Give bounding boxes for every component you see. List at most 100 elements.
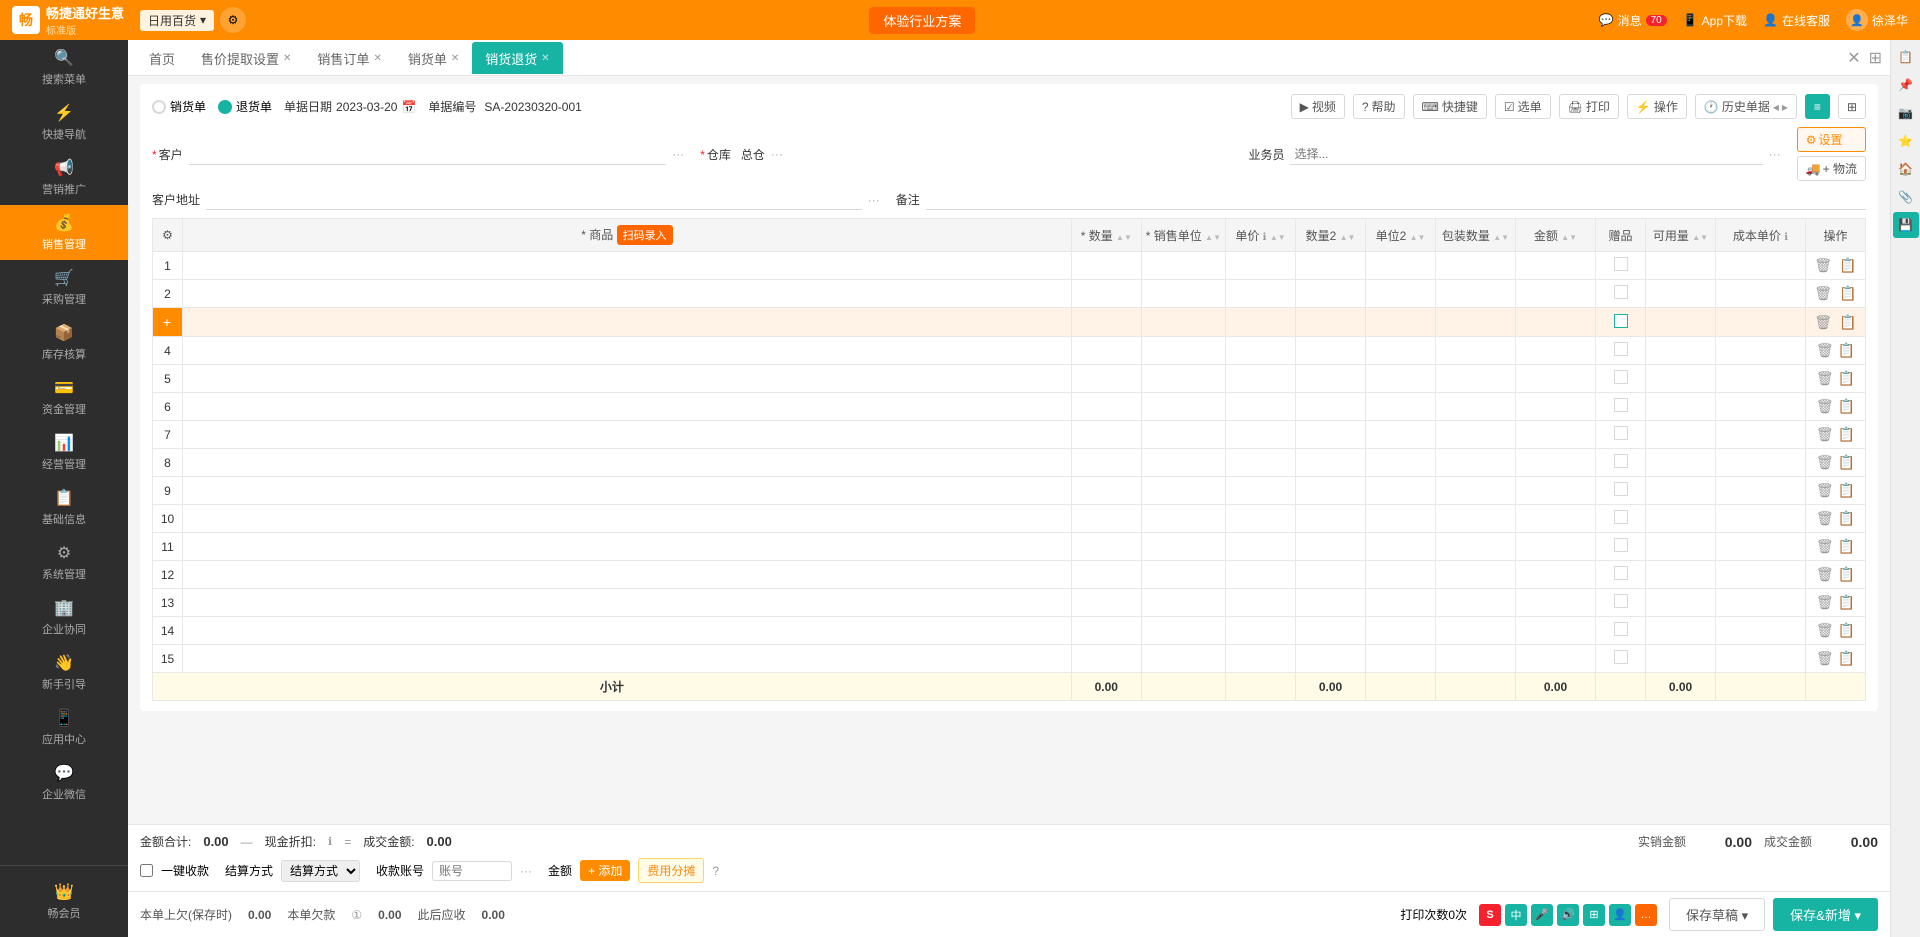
row1-unit[interactable] xyxy=(1141,252,1225,280)
row4-cost[interactable] xyxy=(1716,337,1806,365)
row8-delete-icon[interactable]: 🗑 xyxy=(1816,454,1834,470)
row2-delete-icon[interactable]: 🗑 xyxy=(1814,285,1832,301)
row2-gift-checkbox[interactable] xyxy=(1614,285,1628,299)
row2-pack[interactable] xyxy=(1436,280,1516,308)
row5-gift-checkbox[interactable] xyxy=(1614,370,1628,384)
settings-gear-btn[interactable]: ⚙ xyxy=(220,7,246,33)
select-btn[interactable]: ☑ 选单 xyxy=(1495,94,1551,119)
row1-gift-checkbox[interactable] xyxy=(1614,257,1628,271)
tab-sales-close[interactable]: ✕ xyxy=(451,53,459,64)
row6-delete-icon[interactable]: 🗑 xyxy=(1816,398,1834,414)
price-sort[interactable]: ▲▼ xyxy=(1270,234,1286,242)
row10-gift-checkbox[interactable] xyxy=(1614,510,1628,524)
calendar-icon[interactable]: 📅 xyxy=(401,100,416,114)
row4-amount[interactable] xyxy=(1516,337,1596,365)
customer-dots[interactable]: ··· xyxy=(672,147,684,161)
row2-cost[interactable] xyxy=(1716,280,1806,308)
row1-price[interactable] xyxy=(1226,252,1296,280)
sidebar-item-system[interactable]: ⚙ 系统管理 xyxy=(0,535,128,590)
right-icon-1[interactable]: 📋 xyxy=(1893,44,1919,70)
address-input[interactable] xyxy=(206,189,862,210)
row13-copy-icon[interactable]: 📋 xyxy=(1838,594,1855,610)
sidebar-item-purchase[interactable]: 🛒 采购管理 xyxy=(0,260,128,315)
right-icon-2[interactable]: 📌 xyxy=(1893,72,1919,98)
icon-voice[interactable]: 🔊 xyxy=(1557,904,1579,926)
row5-unit2[interactable] xyxy=(1366,365,1436,393)
view-grid-btn[interactable]: ⊞ xyxy=(1838,94,1866,119)
radio-return[interactable]: 退货单 xyxy=(218,98,272,115)
row5-price[interactable] xyxy=(1226,365,1296,393)
operate-btn[interactable]: ⚡ 操作 xyxy=(1627,94,1687,119)
fee-help-icon[interactable]: ? xyxy=(712,864,719,878)
sidebar-item-member[interactable]: 👑 畅会员 xyxy=(0,874,128,929)
row3-qty[interactable] xyxy=(1071,308,1141,337)
tab-price-extract[interactable]: 售价提取设置 ✕ xyxy=(188,42,304,74)
unit-sort[interactable]: ▲▼ xyxy=(1205,234,1221,242)
right-icon-6[interactable]: 📎 xyxy=(1893,184,1919,210)
icon-qr[interactable]: ⊞ xyxy=(1583,904,1605,926)
row4-avail[interactable] xyxy=(1646,337,1716,365)
note-input[interactable] xyxy=(926,189,1866,210)
history-btn[interactable]: 🕐 历史单据 ◂ ▸ xyxy=(1695,94,1797,119)
cost-info-icon[interactable]: ℹ xyxy=(1784,232,1788,243)
sidebar-item-enterprise[interactable]: 🏢 企业协同 xyxy=(0,590,128,645)
row1-pack[interactable] xyxy=(1436,252,1516,280)
radio-sale[interactable]: 销货单 xyxy=(152,98,206,115)
save-new-btn[interactable]: 保存&新增 ▾ xyxy=(1773,898,1878,931)
row7-gift-checkbox[interactable] xyxy=(1614,426,1628,440)
row3-qty2[interactable] xyxy=(1296,308,1366,337)
row3-unit2[interactable] xyxy=(1366,308,1436,337)
add-row-footer-btn[interactable]: + 添加 xyxy=(580,860,630,881)
row5-qty2[interactable] xyxy=(1296,365,1366,393)
tab-price-extract-close[interactable]: ✕ xyxy=(283,53,291,64)
row5-pack[interactable] xyxy=(1436,365,1516,393)
row3-gift-checkbox[interactable] xyxy=(1614,314,1628,328)
row14-delete-icon[interactable]: 🗑 xyxy=(1816,622,1834,638)
row5-cost[interactable] xyxy=(1716,365,1806,393)
settings-btn[interactable]: ⚙ 设置 xyxy=(1797,127,1866,152)
row13-delete-icon[interactable]: 🗑 xyxy=(1816,594,1834,610)
row12-delete-icon[interactable]: 🗑 xyxy=(1816,566,1834,582)
calc-method-select[interactable]: 结算方式 xyxy=(281,860,360,882)
row4-qty2[interactable] xyxy=(1296,337,1366,365)
row12-copy-icon[interactable]: 📋 xyxy=(1838,566,1855,582)
row12-gift-checkbox[interactable] xyxy=(1614,566,1628,580)
amount-sort[interactable]: ▲▼ xyxy=(1561,234,1577,242)
row1-qty[interactable] xyxy=(1071,252,1141,280)
right-icon-3[interactable]: 📷 xyxy=(1893,100,1919,126)
shortcut-btn[interactable]: ⌨ 快捷键 xyxy=(1413,94,1487,119)
help-btn[interactable]: ? 帮助 xyxy=(1353,94,1405,119)
row1-cost[interactable] xyxy=(1716,252,1806,280)
row5-delete-icon[interactable]: 🗑 xyxy=(1816,370,1834,386)
sidebar-item-marketing[interactable]: 📢 营销推广 xyxy=(0,150,128,205)
row5-copy-icon[interactable]: 📋 xyxy=(1838,370,1855,386)
icon-s[interactable]: S xyxy=(1479,904,1501,926)
row2-copy-icon[interactable]: 📋 xyxy=(1839,285,1856,301)
icon-person[interactable]: 👤 xyxy=(1609,904,1631,926)
row7-copy-icon[interactable]: 📋 xyxy=(1838,426,1855,442)
row5-gift[interactable] xyxy=(1596,365,1646,393)
row9-delete-icon[interactable]: 🗑 xyxy=(1816,482,1834,498)
row10-delete-icon[interactable]: 🗑 xyxy=(1816,510,1834,526)
row9-gift-checkbox[interactable] xyxy=(1614,482,1628,496)
row4-unit2[interactable] xyxy=(1366,337,1436,365)
row4-delete-icon[interactable]: 🗑 xyxy=(1816,342,1834,358)
icon-orange[interactable]: … xyxy=(1635,904,1657,926)
row3-add-btn[interactable]: + xyxy=(153,308,183,337)
online-service-btn[interactable]: 👤 在线客服 xyxy=(1763,12,1830,29)
row3-copy-icon[interactable]: 📋 xyxy=(1839,314,1856,330)
row2-gift[interactable] xyxy=(1596,280,1646,308)
row5-qty[interactable] xyxy=(1071,365,1141,393)
qty-sort[interactable]: ▲▼ xyxy=(1116,234,1132,242)
row6-product[interactable] xyxy=(183,393,1072,421)
row1-avail[interactable] xyxy=(1646,252,1716,280)
row7-delete-icon[interactable]: 🗑 xyxy=(1816,426,1834,442)
sidebar-item-newuser[interactable]: 👋 新手引导 xyxy=(0,645,128,700)
account-dots[interactable]: ··· xyxy=(520,864,532,878)
row3-gift[interactable] xyxy=(1596,308,1646,337)
account-input[interactable] xyxy=(432,861,512,881)
row6-gift-checkbox[interactable] xyxy=(1614,398,1628,412)
experience-btn[interactable]: 体验行业方案 xyxy=(869,7,975,34)
row11-gift-checkbox[interactable] xyxy=(1614,538,1628,552)
sidebar-item-wechat[interactable]: 💬 企业微信 xyxy=(0,755,128,810)
